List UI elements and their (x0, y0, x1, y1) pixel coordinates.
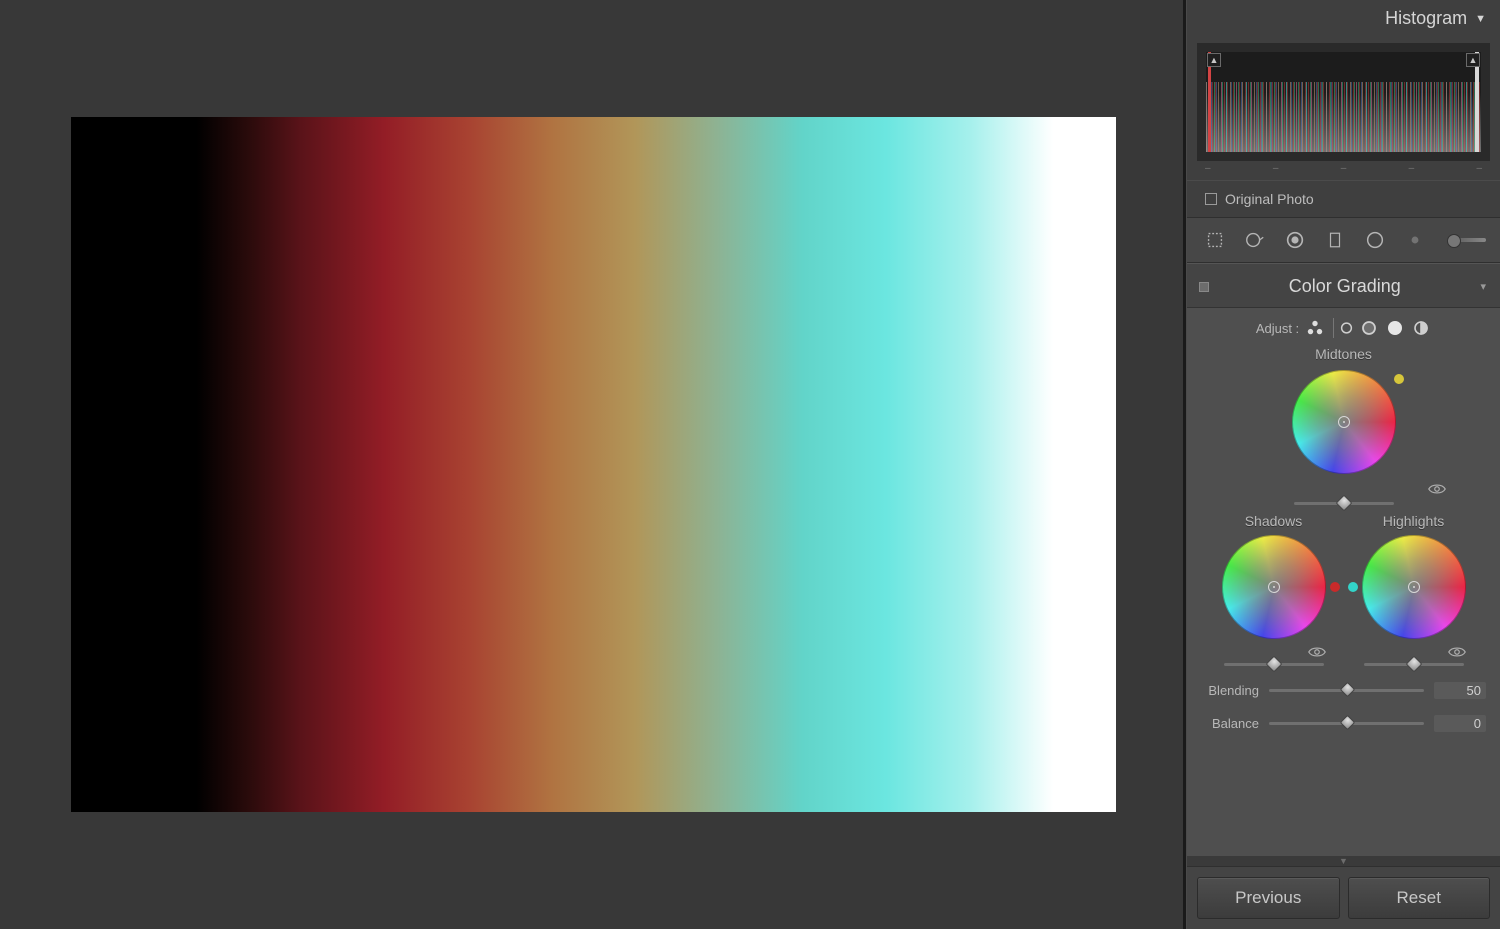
blending-label: Blending (1201, 683, 1259, 698)
adjust-label: Adjust : (1256, 321, 1299, 336)
global-mode-icon[interactable] (1411, 318, 1431, 338)
histogram-panel-header[interactable]: Histogram ▼ (1187, 0, 1500, 37)
three-way-mode-icon[interactable] (1305, 318, 1325, 338)
tool-strip (1187, 218, 1500, 263)
blending-slider-row: Blending 50 (1201, 674, 1486, 699)
shadows-preview-icon[interactable] (1308, 645, 1324, 657)
highlights-hue-dot[interactable] (1348, 582, 1358, 592)
highlight-clipping-toggle[interactable]: ▲ (1466, 53, 1480, 67)
right-panel: Histogram ▼ ▲ ▲ ––––– Original Photo (1186, 0, 1500, 929)
shadows-hue-dot[interactable] (1330, 582, 1340, 592)
histogram-chart[interactable]: ▲ ▲ (1197, 43, 1490, 161)
redeye-tool-icon[interactable] (1281, 226, 1309, 254)
histogram-body (1206, 52, 1481, 152)
shadows-mode-icon[interactable] (1333, 318, 1353, 338)
color-grading-header[interactable]: Color Grading ▾ (1187, 263, 1500, 308)
balance-slider-row: Balance 0 (1201, 707, 1486, 732)
midtones-mode-icon[interactable] (1359, 318, 1379, 338)
histogram-title: Histogram (1385, 8, 1467, 29)
brush-tool-icon[interactable] (1401, 226, 1429, 254)
crop-tool-icon[interactable] (1201, 226, 1229, 254)
original-photo-row[interactable]: Original Photo (1187, 180, 1500, 218)
adjust-mode-row: Adjust : (1201, 318, 1486, 338)
highlights-label: Highlights (1383, 513, 1444, 529)
balance-value[interactable]: 0 (1434, 715, 1486, 732)
canvas-area (0, 0, 1186, 929)
midtones-luminance-slider[interactable] (1201, 502, 1486, 505)
blending-value[interactable]: 50 (1434, 682, 1486, 699)
histogram-ticks: ––––– (1187, 161, 1500, 176)
balance-slider[interactable] (1269, 722, 1424, 725)
panel-options-icon[interactable]: ▾ (1480, 280, 1486, 293)
balance-label: Balance (1201, 716, 1259, 731)
graduated-filter-tool-icon[interactable] (1321, 226, 1349, 254)
spot-removal-tool-icon[interactable] (1241, 226, 1269, 254)
color-grading-body: Adjust : Midtones (1187, 308, 1500, 856)
highlights-color-wheel[interactable] (1362, 535, 1466, 639)
midtones-wheel-handle[interactable] (1338, 416, 1350, 428)
original-photo-checkbox[interactable] (1205, 193, 1217, 205)
midtones-label: Midtones (1201, 346, 1486, 362)
panel-resize-grip-icon[interactable]: ▼ (1187, 856, 1500, 866)
shadows-luminance-slider[interactable] (1222, 663, 1326, 666)
shadows-label: Shadows (1245, 513, 1303, 529)
reset-button[interactable]: Reset (1348, 877, 1491, 919)
previous-button[interactable]: Previous (1197, 877, 1340, 919)
midtones-hue-dot[interactable] (1394, 374, 1404, 384)
preview-image (71, 117, 1116, 812)
midtones-color-wheel[interactable] (1292, 370, 1396, 474)
collapse-icon: ▼ (1475, 13, 1486, 25)
shadow-clipping-toggle[interactable]: ▲ (1207, 53, 1221, 67)
highlights-luminance-slider[interactable] (1362, 663, 1466, 666)
shadows-wheel-handle[interactable] (1268, 581, 1280, 593)
shadows-color-wheel[interactable] (1222, 535, 1326, 639)
original-photo-label: Original Photo (1225, 191, 1314, 207)
highlights-wheel-handle[interactable] (1408, 581, 1420, 593)
radial-filter-tool-icon[interactable] (1361, 226, 1389, 254)
blending-slider[interactable] (1269, 689, 1424, 692)
color-grading-title: Color Grading (1289, 276, 1401, 297)
footer-buttons: Previous Reset (1187, 866, 1500, 929)
midtones-preview-icon[interactable] (1428, 482, 1444, 494)
panel-toggle-icon[interactable] (1199, 282, 1209, 292)
highlights-preview-icon[interactable] (1448, 645, 1464, 657)
brush-size-slider[interactable] (1447, 238, 1486, 242)
highlights-mode-icon[interactable] (1385, 318, 1405, 338)
